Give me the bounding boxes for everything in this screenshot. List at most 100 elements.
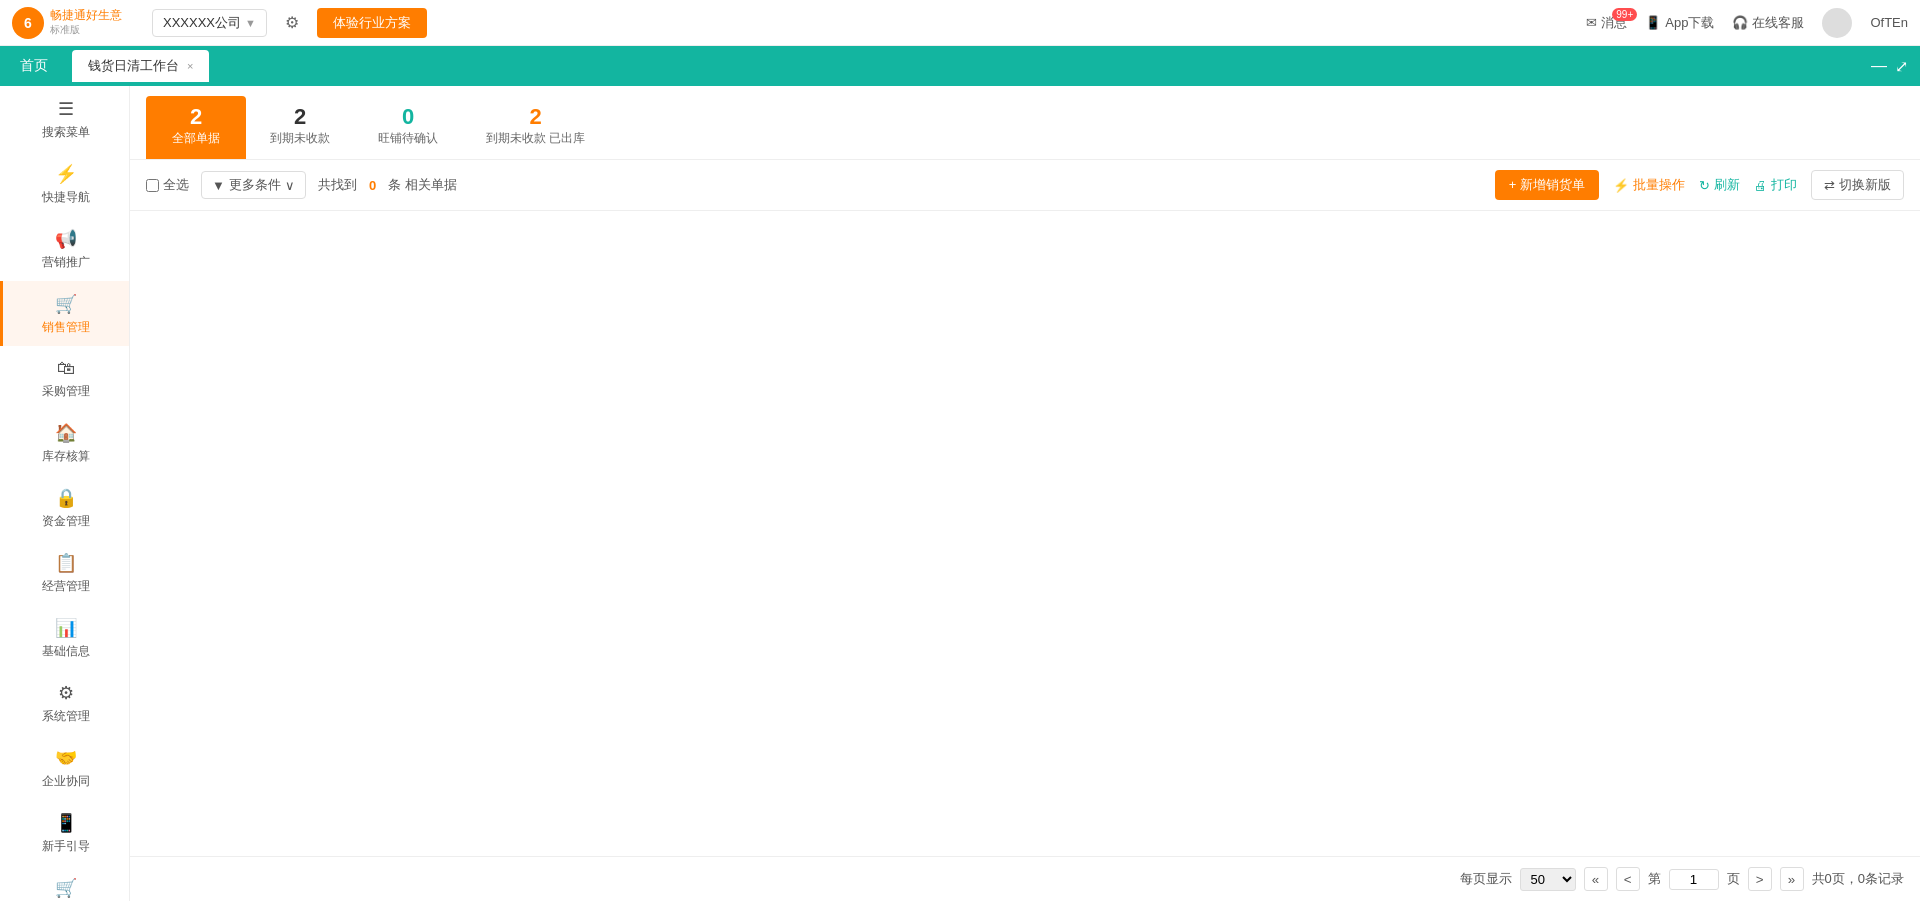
filter-label: 更多条件 — [229, 176, 281, 194]
first-page-button[interactable]: « — [1584, 867, 1608, 891]
stat-tab-pending[interactable]: 0 旺铺待确认 — [354, 96, 462, 159]
app-download-icon: 📱 — [1645, 15, 1661, 30]
inventory-icon: 🏠 — [55, 422, 77, 444]
select-all-checkbox[interactable]: 全选 — [146, 176, 189, 194]
messages-badge: 99+ — [1612, 8, 1637, 21]
filter-icon: ▼ — [212, 178, 225, 193]
switch-label: 切换新版 — [1839, 176, 1891, 194]
filter-button[interactable]: ▼ 更多条件 ∨ — [201, 171, 306, 199]
tab-maximize-button[interactable]: ⤢ — [1895, 57, 1908, 76]
stat-label-overdue: 到期未收款 — [270, 130, 330, 147]
search-menu-icon: ☰ — [58, 98, 74, 120]
sidebar-item-guide[interactable]: 📱 新手引导 — [0, 800, 129, 865]
sidebar-label-operation: 经营管理 — [42, 578, 90, 595]
next-page-button[interactable]: > — [1748, 867, 1772, 891]
print-button[interactable]: 🖨 打印 — [1754, 176, 1797, 194]
tab-close-icon[interactable]: × — [187, 60, 193, 72]
base-info-icon: 📊 — [55, 617, 77, 639]
guide-icon: 📱 — [55, 812, 77, 834]
refresh-label: 刷新 — [1714, 176, 1740, 194]
sidebar-label-base-info: 基础信息 — [42, 643, 90, 660]
sidebar-label-guide: 新手引导 — [42, 838, 90, 855]
logo-area: 6 畅捷通好生意 标准版 — [12, 7, 142, 39]
sidebar-item-inventory[interactable]: 🏠 库存核算 — [0, 410, 129, 475]
tab-minimize-button[interactable]: — — [1871, 57, 1887, 75]
page-word: 第 — [1648, 870, 1661, 888]
stat-tab-overdue-stock[interactable]: 2 到期未收款 已出库 — [462, 96, 609, 159]
finance-icon: 🔒 — [55, 487, 77, 509]
pagination: 每页显示 20 50 100 « < 第 页 > » 共0页，0条记录 — [130, 856, 1920, 901]
filter-arrow-icon: ∨ — [285, 178, 295, 193]
tab-label: 钱货日清工作台 — [88, 57, 179, 75]
page-number-input[interactable] — [1669, 869, 1719, 890]
page-size-label: 每页显示 — [1460, 870, 1512, 888]
stat-tab-all[interactable]: 2 全部单据 — [146, 96, 246, 159]
settings-button[interactable]: ⚙ — [277, 8, 307, 38]
last-page-button[interactable]: » — [1780, 867, 1804, 891]
logo-icon: 6 — [12, 7, 44, 39]
top-right-area: ✉ 消息 99+ 📱 App下载 🎧 在线客服 OfTEn — [1586, 8, 1908, 38]
found-prefix: 共找到 — [318, 176, 357, 194]
logo-name: 畅捷通好生意 — [50, 8, 122, 24]
system-icon: ⚙ — [58, 682, 74, 704]
stat-label-all: 全部单据 — [172, 130, 220, 147]
logo-text-area: 畅捷通好生意 标准版 — [50, 8, 122, 38]
tab-home[interactable]: 首页 — [0, 46, 68, 86]
batch-action-button[interactable]: ⚡ 批量操作 — [1613, 176, 1685, 194]
prev-page-button[interactable]: < — [1616, 867, 1640, 891]
refresh-button[interactable]: ↻ 刷新 — [1699, 176, 1740, 194]
app-download-button[interactable]: 📱 App下载 — [1645, 14, 1714, 32]
sidebar-item-finance[interactable]: 🔒 资金管理 — [0, 475, 129, 540]
sidebar-label-purchase: 采购管理 — [42, 383, 90, 400]
found-suffix: 条 相关单据 — [388, 176, 457, 194]
sidebar-item-system[interactable]: ⚙ 系统管理 — [0, 670, 129, 735]
sidebar-item-base-info[interactable]: 📊 基础信息 — [0, 605, 129, 670]
print-label: 打印 — [1771, 176, 1797, 194]
sidebar-item-quick-nav[interactable]: ⚡ 快捷导航 — [0, 151, 129, 216]
top-bar: 6 畅捷通好生意 标准版 XXXXXX公司 ▼ ⚙ 体验行业方案 ✉ 消息 99… — [0, 0, 1920, 46]
sidebar-item-app-center[interactable]: 🛒 应用中心 — [0, 865, 129, 901]
switch-version-button[interactable]: ⇄ 切换新版 — [1811, 170, 1904, 200]
tab-bar: 首页 钱货日清工作台 × — ⤢ — [0, 46, 1920, 86]
company-selector[interactable]: XXXXXX公司 ▼ — [152, 9, 267, 37]
app-center-icon: 🛒 — [55, 877, 77, 899]
sidebar-label-inventory: 库存核算 — [42, 448, 90, 465]
page-size-select[interactable]: 20 50 100 — [1520, 868, 1576, 891]
cooperation-icon: 🤝 — [55, 747, 77, 769]
sidebar-item-cooperation[interactable]: 🤝 企业协同 — [0, 735, 129, 800]
sidebar-label-marketing: 营销推广 — [42, 254, 90, 271]
sidebar-item-search-menu[interactable]: ☰ 搜索菜单 — [0, 86, 129, 151]
message-icon: ✉ — [1586, 15, 1597, 30]
headset-icon: 🎧 — [1732, 15, 1748, 30]
quick-nav-icon: ⚡ — [55, 163, 77, 185]
sidebar-label-search-menu: 搜索菜单 — [42, 124, 90, 141]
sidebar-item-sales[interactable]: 🛒 销售管理 — [0, 281, 129, 346]
content-area: 2 全部单据 2 到期未收款 0 旺铺待确认 2 到期未收款 已出库 全选 — [130, 86, 1920, 901]
toolbar-right: + 新增销货单 ⚡ 批量操作 ↻ 刷新 🖨 打印 ⇄ 切换新版 — [1495, 170, 1904, 200]
sidebar-label-finance: 资金管理 — [42, 513, 90, 530]
stat-tab-overdue[interactable]: 2 到期未收款 — [246, 96, 354, 159]
sidebar-item-operation[interactable]: 📋 经营管理 — [0, 540, 129, 605]
sidebar-label-system: 系统管理 — [42, 708, 90, 725]
sidebar-item-purchase[interactable]: 🛍 采购管理 — [0, 346, 129, 410]
sidebar-item-marketing[interactable]: 📢 营销推广 — [0, 216, 129, 281]
logo-badge: 标准版 — [50, 23, 122, 37]
tab-qhrc[interactable]: 钱货日清工作台 × — [72, 50, 209, 82]
toolbar: 全选 ▼ 更多条件 ∨ 共找到 0 条 相关单据 + 新增销货单 ⚡ 批量操作 … — [130, 160, 1920, 211]
sidebar-label-cooperation: 企业协同 — [42, 773, 90, 790]
table-area — [130, 211, 1920, 856]
online-service-button[interactable]: 🎧 在线客服 — [1732, 14, 1804, 32]
avatar[interactable] — [1822, 8, 1852, 38]
checkbox-input[interactable] — [146, 179, 159, 192]
batch-label: 批量操作 — [1633, 176, 1685, 194]
stats-tabs: 2 全部单据 2 到期未收款 0 旺铺待确认 2 到期未收款 已出库 — [130, 86, 1920, 160]
select-all-label: 全选 — [163, 176, 189, 194]
trial-button[interactable]: 体验行业方案 — [317, 8, 427, 38]
messages-button[interactable]: ✉ 消息 99+ — [1586, 14, 1627, 32]
switch-icon: ⇄ — [1824, 178, 1835, 193]
new-order-button[interactable]: + 新增销货单 — [1495, 170, 1599, 200]
found-count: 0 — [369, 178, 376, 193]
online-service-label: 在线客服 — [1752, 14, 1804, 32]
app-download-label: App下载 — [1665, 14, 1714, 32]
print-icon: 🖨 — [1754, 178, 1767, 193]
